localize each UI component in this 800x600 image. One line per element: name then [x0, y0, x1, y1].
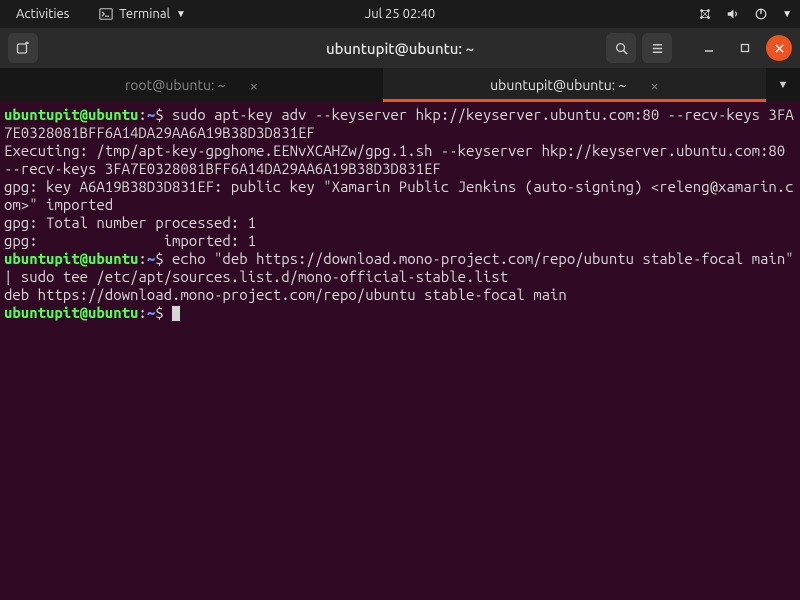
- terminal-output[interactable]: ubuntupit@ubuntu:~$ sudo apt-key adv --k…: [0, 102, 800, 600]
- tab-strip: root@ubuntu: ~ × ubuntupit@ubuntu: ~ × ▼: [0, 68, 800, 102]
- menu-button[interactable]: [642, 33, 672, 63]
- search-button[interactable]: [606, 33, 636, 63]
- minimize-button[interactable]: [694, 33, 724, 63]
- tab-ubuntupit[interactable]: ubuntupit@ubuntu: ~ ×: [383, 68, 766, 102]
- terminal-icon: [99, 7, 113, 21]
- network-icon: [698, 7, 712, 21]
- window-header: ubuntupit@ubuntu: ~: [0, 28, 800, 68]
- clock[interactable]: Jul 25 02:40: [365, 7, 435, 21]
- appmenu-label: Terminal: [119, 7, 170, 21]
- appmenu-button[interactable]: Terminal ▼: [91, 3, 194, 25]
- window-title: ubuntupit@ubuntu: ~: [326, 40, 474, 57]
- cursor: [172, 306, 180, 321]
- status-area[interactable]: ▼: [698, 7, 792, 21]
- power-icon: [754, 7, 768, 21]
- chevron-down-icon: ▼: [782, 8, 792, 20]
- tab-menu-button[interactable]: ▼: [766, 68, 800, 102]
- close-icon[interactable]: ×: [250, 77, 258, 94]
- activities-button[interactable]: Activities: [8, 3, 77, 25]
- new-tab-button[interactable]: [8, 33, 38, 63]
- maximize-button[interactable]: [730, 33, 760, 63]
- chevron-down-icon: ▼: [176, 8, 186, 20]
- close-button[interactable]: [766, 35, 792, 61]
- volume-icon: [726, 7, 740, 21]
- tab-label: root@ubuntu: ~: [125, 77, 226, 93]
- chevron-down-icon: ▼: [778, 79, 789, 91]
- tab-root[interactable]: root@ubuntu: ~ ×: [0, 68, 383, 102]
- gnome-top-bar: Activities Terminal ▼ Jul 25 02:40 ▼: [0, 0, 800, 28]
- tab-label: ubuntupit@ubuntu: ~: [490, 77, 626, 93]
- close-icon[interactable]: ×: [650, 77, 658, 94]
